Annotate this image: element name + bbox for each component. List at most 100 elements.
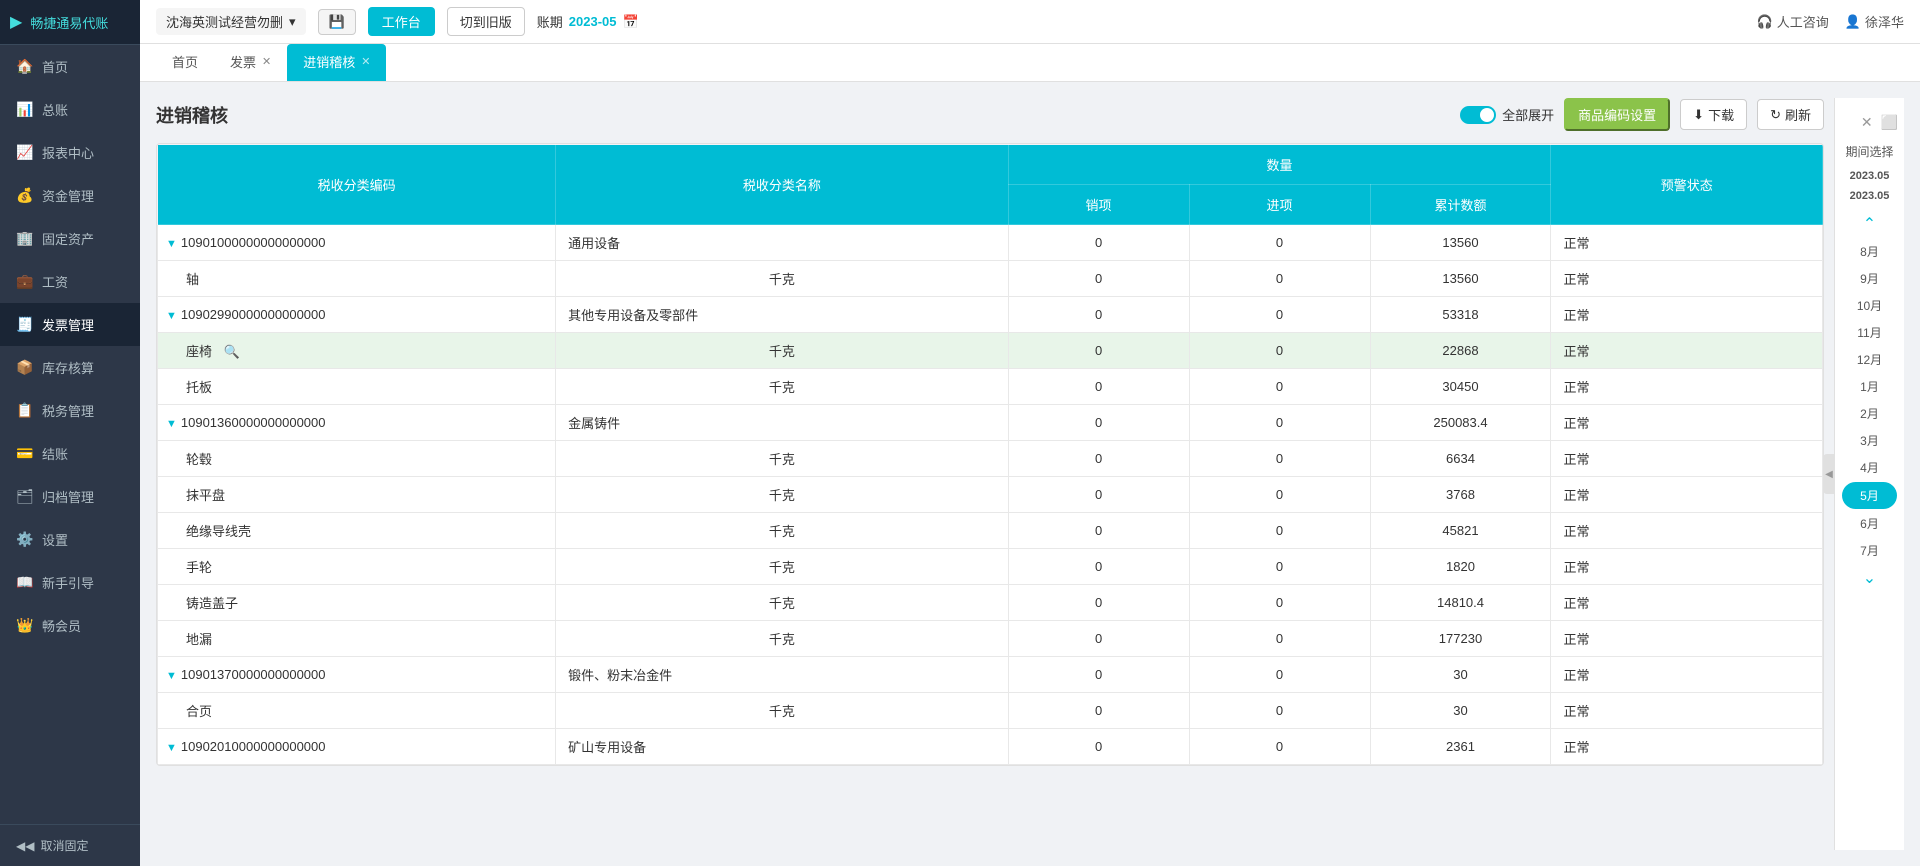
sidebar-item-guide[interactable]: 📖 新手引导 xyxy=(0,561,140,604)
row-status: 正常 xyxy=(1551,225,1823,261)
expand-toggle-label: 全部展开 xyxy=(1460,105,1554,124)
col-header-total: 累计数额 xyxy=(1370,185,1551,225)
home-icon: 🏠 xyxy=(16,58,34,75)
collapse-icon[interactable]: ▼ xyxy=(166,310,177,322)
scroll-up-arrow[interactable]: ⌃ xyxy=(1859,210,1880,238)
table-row: ▼10902990000000000000 其他专用设备及零部件 0 0 533… xyxy=(158,297,1823,333)
period-month-item[interactable]: 8月 xyxy=(1835,238,1904,265)
row-sales: 0 xyxy=(1008,441,1189,477)
sidebar-item-vip[interactable]: 👑 畅会员 xyxy=(0,604,140,647)
sidebar-item-accounting[interactable]: 💳 结账 xyxy=(0,432,140,475)
table-row: ▼10902010000000000000 矿山专用设备 0 0 2361 正常 xyxy=(158,729,1823,765)
tab-reconcile[interactable]: 进销稽核 ✕ xyxy=(287,44,386,81)
row-code: 抹平盘 xyxy=(158,477,556,513)
tax-icon: 📋 xyxy=(16,402,34,419)
period-month-item[interactable]: 5月 xyxy=(1842,482,1897,509)
sidebar: ▶ 畅捷通易代账 🏠 首页 📊 总账 📈 报表中心 💰 资金管理 🏢 固定资产 … xyxy=(0,0,140,866)
period-month-item[interactable]: 7月 xyxy=(1835,537,1904,564)
sidebar-item-inventory[interactable]: 📦 库存核算 xyxy=(0,346,140,389)
row-unit: 千克 xyxy=(556,585,1008,621)
refresh-icon: ↻ xyxy=(1770,107,1781,123)
table-row: 绝缘导线壳 千克 0 0 45821 正常 xyxy=(158,513,1823,549)
row-code: ▼10902990000000000000 xyxy=(158,297,556,333)
user-icon: 👤 xyxy=(1845,14,1861,30)
period-month-item[interactable]: 2月 xyxy=(1835,400,1904,427)
collapse-icon[interactable]: ▼ xyxy=(166,418,177,430)
row-sales: 0 xyxy=(1008,477,1189,513)
product-code-button[interactable]: 商品编码设置 xyxy=(1564,98,1670,131)
period-month-item[interactable]: 12月 xyxy=(1835,346,1904,373)
table-row: 托板 千克 0 0 30450 正常 xyxy=(158,369,1823,405)
period-month-item[interactable]: 6月 xyxy=(1835,510,1904,537)
expand-toggle[interactable] xyxy=(1460,106,1496,124)
table-row: 座椅 🔍 千克 0 0 22868 正常 xyxy=(158,333,1823,369)
close-panel-icon[interactable]: ✕ xyxy=(1861,114,1873,131)
period-month-item[interactable]: 4月 xyxy=(1835,454,1904,481)
sidebar-item-invoice[interactable]: 🧾 发票管理 xyxy=(0,303,140,346)
save-draft-button[interactable]: 💾 xyxy=(318,9,356,35)
period-month-item[interactable]: 9月 xyxy=(1835,265,1904,292)
row-status: 正常 xyxy=(1551,657,1823,693)
row-code: ▼10901370000000000000 xyxy=(158,657,556,693)
row-code: 座椅 🔍 xyxy=(158,333,556,369)
sidebar-item-settings[interactable]: ⚙️ 设置 xyxy=(0,518,140,561)
tab-invoice-close[interactable]: ✕ xyxy=(262,55,271,68)
assets-icon: 🏢 xyxy=(16,230,34,247)
sidebar-item-reports[interactable]: 📈 报表中心 xyxy=(0,131,140,174)
workspace-button[interactable]: 工作台 xyxy=(368,7,435,36)
period-month-item[interactable]: 3月 xyxy=(1835,427,1904,454)
row-status: 正常 xyxy=(1551,297,1823,333)
table-row: 铸造盖子 千克 0 0 14810.4 正常 xyxy=(158,585,1823,621)
tab-reconcile-close[interactable]: ✕ xyxy=(361,55,370,68)
tab-invoice[interactable]: 发票 ✕ xyxy=(214,44,287,81)
user-menu[interactable]: 👤 徐泽华 xyxy=(1845,12,1904,31)
vip-icon: 👑 xyxy=(16,617,34,634)
row-code: ▼10901360000000000000 xyxy=(158,405,556,441)
tab-reconcile-label: 进销稽核 xyxy=(303,52,355,71)
sidebar-item-payroll[interactable]: 💼 工资 xyxy=(0,260,140,303)
panel-toggle-button[interactable]: ◀ xyxy=(1823,454,1835,494)
sidebar-item-tax[interactable]: 📋 税务管理 xyxy=(0,389,140,432)
sidebar-footer-unpin[interactable]: ◀◀ 取消固定 xyxy=(0,824,140,866)
row-code: 绝缘导线壳 xyxy=(158,513,556,549)
company-selector[interactable]: 沈海英测试经营勿删 ▾ xyxy=(156,8,306,35)
sidebar-item-archive[interactable]: 🗂 归档管理 xyxy=(0,475,140,518)
tab-home[interactable]: 首页 xyxy=(156,44,214,81)
search-icon[interactable]: 🔍 xyxy=(224,344,240,359)
logo-icon: ▶ xyxy=(10,12,22,32)
period-selector[interactable]: 账期 2023-05 📅 xyxy=(537,12,639,31)
toggle-text: 全部展开 xyxy=(1502,105,1554,124)
row-total: 30 xyxy=(1370,693,1551,729)
refresh-button[interactable]: ↻ 刷新 xyxy=(1757,99,1824,130)
invoice-icon: 🧾 xyxy=(16,316,34,333)
sidebar-label-vip: 畅会员 xyxy=(42,616,81,635)
sidebar-item-ledger[interactable]: 📊 总账 xyxy=(0,88,140,131)
download-button[interactable]: ⬇ 下载 xyxy=(1680,99,1747,130)
collapse-icon[interactable]: ▼ xyxy=(166,742,177,754)
help-button[interactable]: 🎧 人工咨询 xyxy=(1757,12,1829,31)
scroll-down-arrow[interactable]: ⌄ xyxy=(1859,564,1880,592)
collapse-icon[interactable]: ▼ xyxy=(166,238,177,250)
collapse-icon[interactable]: ▼ xyxy=(166,670,177,682)
sidebar-item-assets[interactable]: 🏢 固定资产 xyxy=(0,217,140,260)
sidebar-item-finance[interactable]: 💰 资金管理 xyxy=(0,174,140,217)
row-sales: 0 xyxy=(1008,729,1189,765)
period-month-item[interactable]: 11月 xyxy=(1835,319,1904,346)
period-month-item[interactable]: 10月 xyxy=(1835,292,1904,319)
app-name: 畅捷通易代账 xyxy=(30,13,108,32)
table-row: 轮毂 千克 0 0 6634 正常 xyxy=(158,441,1823,477)
table-row: 抹平盘 千克 0 0 3768 正常 xyxy=(158,477,1823,513)
row-purchase: 0 xyxy=(1189,621,1370,657)
sidebar-label-inventory: 库存核算 xyxy=(42,358,94,377)
finance-icon: 💰 xyxy=(16,187,34,204)
row-status: 正常 xyxy=(1551,513,1823,549)
row-name: 通用设备 xyxy=(556,225,1008,261)
inventory-icon: 📦 xyxy=(16,359,34,376)
row-unit: 千克 xyxy=(556,621,1008,657)
row-code: ▼10901000000000000000 xyxy=(158,225,556,261)
row-name: 矿山专用设备 xyxy=(556,729,1008,765)
expand-panel-icon[interactable]: ⬜ xyxy=(1881,114,1898,131)
sidebar-item-home[interactable]: 🏠 首页 xyxy=(0,45,140,88)
period-month-item[interactable]: 1月 xyxy=(1835,373,1904,400)
switch-version-button[interactable]: 切到旧版 xyxy=(447,7,525,36)
